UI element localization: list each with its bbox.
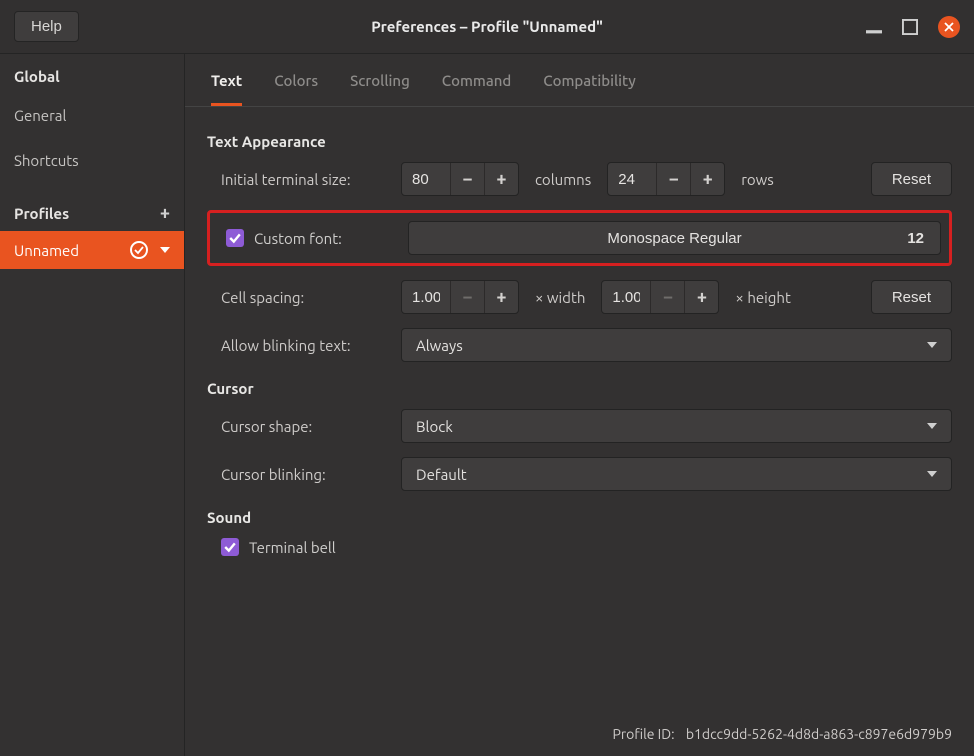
- sidebar-item-shortcuts[interactable]: Shortcuts: [0, 138, 184, 183]
- columns-unit: columns: [535, 171, 591, 188]
- font-name-label: Monospace Regular: [607, 230, 741, 247]
- columns-spinner: − +: [401, 162, 519, 196]
- cursor-shape-dropdown[interactable]: Block: [401, 409, 952, 443]
- columns-decrement[interactable]: −: [450, 163, 484, 195]
- cell-height-increment[interactable]: +: [684, 281, 718, 313]
- section-sound: Sound: [207, 509, 952, 526]
- blinking-text-dropdown[interactable]: Always: [401, 328, 952, 362]
- cell-height-spinner: − +: [601, 280, 719, 314]
- section-cursor: Cursor: [207, 380, 952, 397]
- title-bar: Help Preferences – Profile "Unnamed": [0, 0, 974, 54]
- cell-width-input[interactable]: [402, 289, 450, 306]
- tab-compatibility[interactable]: Compatibility: [543, 72, 635, 106]
- terminal-bell-checkbox[interactable]: [221, 538, 239, 556]
- row-cursor-shape: Cursor shape: Block: [207, 409, 952, 443]
- cell-width-spinner: − +: [401, 280, 519, 314]
- cell-height-unit: × height: [735, 289, 790, 306]
- cursor-blinking-label: Cursor blinking:: [221, 466, 391, 483]
- sidebar-item-general[interactable]: General: [0, 93, 184, 138]
- content-panel: Text Colors Scrolling Command Compatibil…: [185, 54, 974, 756]
- profile-tabs: Text Colors Scrolling Command Compatibil…: [185, 54, 974, 107]
- maximize-icon[interactable]: [902, 19, 918, 35]
- help-menu-button[interactable]: Help: [14, 11, 79, 42]
- custom-font-highlight: Custom font: Monospace Regular 12: [207, 210, 952, 266]
- cursor-shape-label: Cursor shape:: [221, 418, 391, 435]
- rows-decrement[interactable]: −: [656, 163, 690, 195]
- row-cursor-blinking: Cursor blinking: Default: [207, 457, 952, 491]
- cell-width-unit: × width: [535, 289, 585, 306]
- cursor-blinking-value: Default: [416, 466, 467, 483]
- default-profile-check-icon: [130, 241, 148, 259]
- rows-increment[interactable]: +: [690, 163, 724, 195]
- reset-size-button[interactable]: Reset: [871, 162, 952, 196]
- columns-input[interactable]: [402, 171, 450, 188]
- row-terminal-bell: Terminal bell: [207, 538, 952, 556]
- cell-spacing-label: Cell spacing:: [221, 289, 391, 306]
- tab-command[interactable]: Command: [442, 72, 512, 106]
- sidebar: Global General Shortcuts Profiles + Unna…: [0, 54, 185, 756]
- rows-spinner: − +: [607, 162, 725, 196]
- close-icon[interactable]: [938, 16, 960, 38]
- blinking-text-label: Allow blinking text:: [221, 337, 391, 354]
- tab-text[interactable]: Text: [211, 72, 242, 106]
- font-size-label: 12: [907, 230, 924, 247]
- chevron-down-icon: [927, 423, 937, 429]
- profile-name-label: Unnamed: [14, 242, 79, 259]
- sidebar-header-global: Global: [0, 54, 184, 93]
- profiles-header-label: Profiles: [14, 205, 69, 222]
- minimize-icon[interactable]: [866, 19, 882, 35]
- profile-id-footer: Profile ID: b1dcc9dd-5262-4d8d-a863-c897…: [612, 726, 952, 742]
- sidebar-item-profile-unnamed[interactable]: Unnamed: [0, 231, 184, 269]
- row-blinking-text: Allow blinking text: Always: [207, 328, 952, 362]
- font-chooser-button[interactable]: Monospace Regular 12: [408, 221, 941, 255]
- rows-input[interactable]: [608, 171, 656, 188]
- cell-width-decrement: −: [450, 281, 484, 313]
- cell-height-input[interactable]: [602, 289, 650, 306]
- chevron-down-icon: [927, 342, 937, 348]
- row-initial-size: Initial terminal size: − + columns − + r…: [207, 162, 952, 196]
- row-cell-spacing: Cell spacing: − + × width − + × height R…: [207, 280, 952, 314]
- window-controls: [866, 16, 960, 38]
- cell-height-decrement: −: [650, 281, 684, 313]
- add-profile-icon[interactable]: +: [160, 203, 170, 223]
- custom-font-label: Custom font:: [254, 230, 342, 247]
- columns-increment[interactable]: +: [484, 163, 518, 195]
- profile-id-value: b1dcc9dd-5262-4d8d-a863-c897e6d979b9: [686, 726, 952, 742]
- cursor-shape-value: Block: [416, 418, 453, 435]
- cursor-blinking-dropdown[interactable]: Default: [401, 457, 952, 491]
- profile-menu-caret-icon[interactable]: [160, 247, 170, 253]
- profile-id-label: Profile ID:: [612, 726, 674, 742]
- cell-width-increment[interactable]: +: [484, 281, 518, 313]
- terminal-bell-label: Terminal bell: [249, 539, 336, 556]
- initial-size-label: Initial terminal size:: [221, 171, 391, 188]
- section-text-appearance: Text Appearance: [207, 133, 952, 150]
- tab-colors[interactable]: Colors: [274, 72, 318, 106]
- text-tab-panel: Text Appearance Initial terminal size: −…: [185, 107, 974, 756]
- sidebar-header-profiles: Profiles +: [0, 183, 184, 231]
- chevron-down-icon: [927, 471, 937, 477]
- reset-cell-spacing-button[interactable]: Reset: [871, 280, 952, 314]
- tab-scrolling[interactable]: Scrolling: [350, 72, 410, 106]
- custom-font-checkbox[interactable]: [226, 229, 244, 247]
- blinking-text-value: Always: [416, 337, 463, 354]
- window-title: Preferences – Profile "Unnamed": [0, 18, 974, 35]
- rows-unit: rows: [741, 171, 774, 188]
